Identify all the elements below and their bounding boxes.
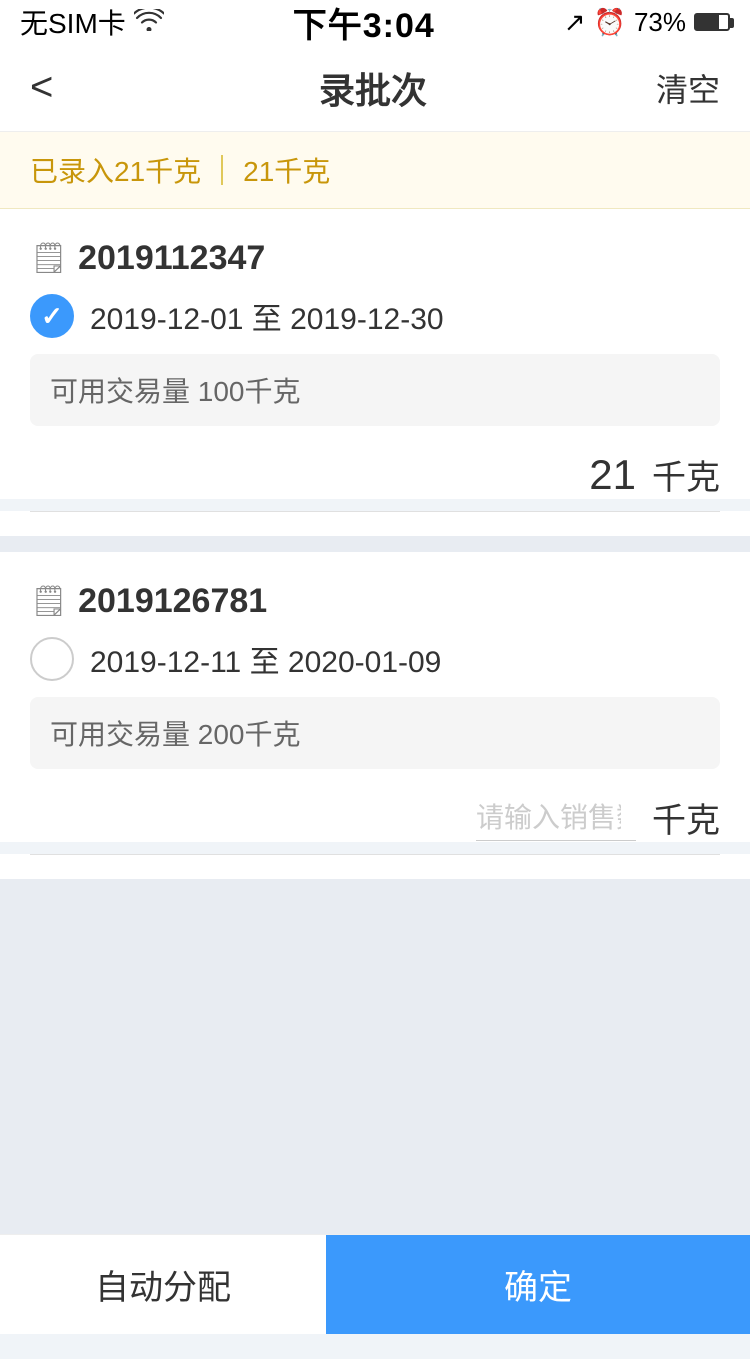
status-left: 无SIM卡 xyxy=(20,2,164,42)
card1-radio[interactable] xyxy=(30,294,74,338)
alarm-icon: ⏰ xyxy=(594,7,626,38)
status-bar: 无SIM卡 下午3:04 ↗ ⏰ 73% xyxy=(0,0,750,44)
card2-avail: 可用交易量 200千克 xyxy=(30,697,720,769)
card2-unit: 千克 xyxy=(652,793,720,842)
confirm-button[interactable]: 确定 xyxy=(326,1235,750,1334)
wifi-icon xyxy=(134,6,164,38)
batch-card-2: 🗒 2019126781 2019-12-11 至 2020-01-09 可用交… xyxy=(0,552,750,769)
nav-bar: < 录批次 清空 xyxy=(0,44,750,132)
card2-input-row: 千克 xyxy=(0,769,750,842)
batch-card-1: 🗒 2019112347 2019-12-01 至 2019-12-30 可用交… xyxy=(0,209,750,426)
recorded-amount: 已录入21千克 xyxy=(30,150,201,190)
card1-divider xyxy=(30,511,720,512)
card1-id-icon: 🗒 xyxy=(30,241,68,276)
location-icon: ↗ xyxy=(564,7,586,38)
card2-date: 2019-12-11 至 2020-01-09 xyxy=(90,637,441,681)
card1-avail: 可用交易量 100千克 xyxy=(30,354,720,426)
card2-radio[interactable] xyxy=(30,637,74,681)
status-time: 下午3:04 xyxy=(293,0,435,47)
card2-id: 2019126781 xyxy=(78,582,267,621)
card1-input-row: 21 千克 xyxy=(0,426,750,499)
card2-date-row: 2019-12-11 至 2020-01-09 xyxy=(30,637,720,681)
empty-area xyxy=(0,879,750,1259)
page-title: 录批次 xyxy=(319,62,427,114)
card1-date-row: 2019-12-01 至 2019-12-30 xyxy=(30,294,720,338)
card1-id: 2019112347 xyxy=(78,239,265,278)
card2-id-icon: 🗒 xyxy=(30,584,68,619)
auto-distribute-button[interactable]: 自动分配 xyxy=(0,1235,326,1334)
card1-date: 2019-12-01 至 2019-12-30 xyxy=(90,294,444,338)
card2-divider xyxy=(30,854,720,855)
card1-header: 🗒 2019112347 xyxy=(30,239,720,278)
bottom-buttons: 自动分配 确定 xyxy=(0,1234,750,1334)
card-separator xyxy=(0,536,750,552)
card2-quantity-input[interactable] xyxy=(476,794,636,841)
status-right: ↗ ⏰ 73% xyxy=(564,7,730,38)
card2-header: 🗒 2019126781 xyxy=(30,582,720,621)
card1-unit: 千克 xyxy=(652,450,720,499)
total-amount: 21千克 xyxy=(243,150,330,190)
back-button[interactable]: < xyxy=(30,65,90,110)
info-banner: 已录入21千克 21千克 xyxy=(0,132,750,209)
info-divider xyxy=(221,155,223,185)
card1-quantity: 21 xyxy=(556,451,636,499)
main-content: 🗒 2019112347 2019-12-01 至 2019-12-30 可用交… xyxy=(0,209,750,1359)
clear-button[interactable]: 清空 xyxy=(656,65,720,111)
battery-text: 73% xyxy=(634,7,686,38)
sim-text: 无SIM卡 xyxy=(20,2,126,42)
battery-icon xyxy=(694,13,730,31)
